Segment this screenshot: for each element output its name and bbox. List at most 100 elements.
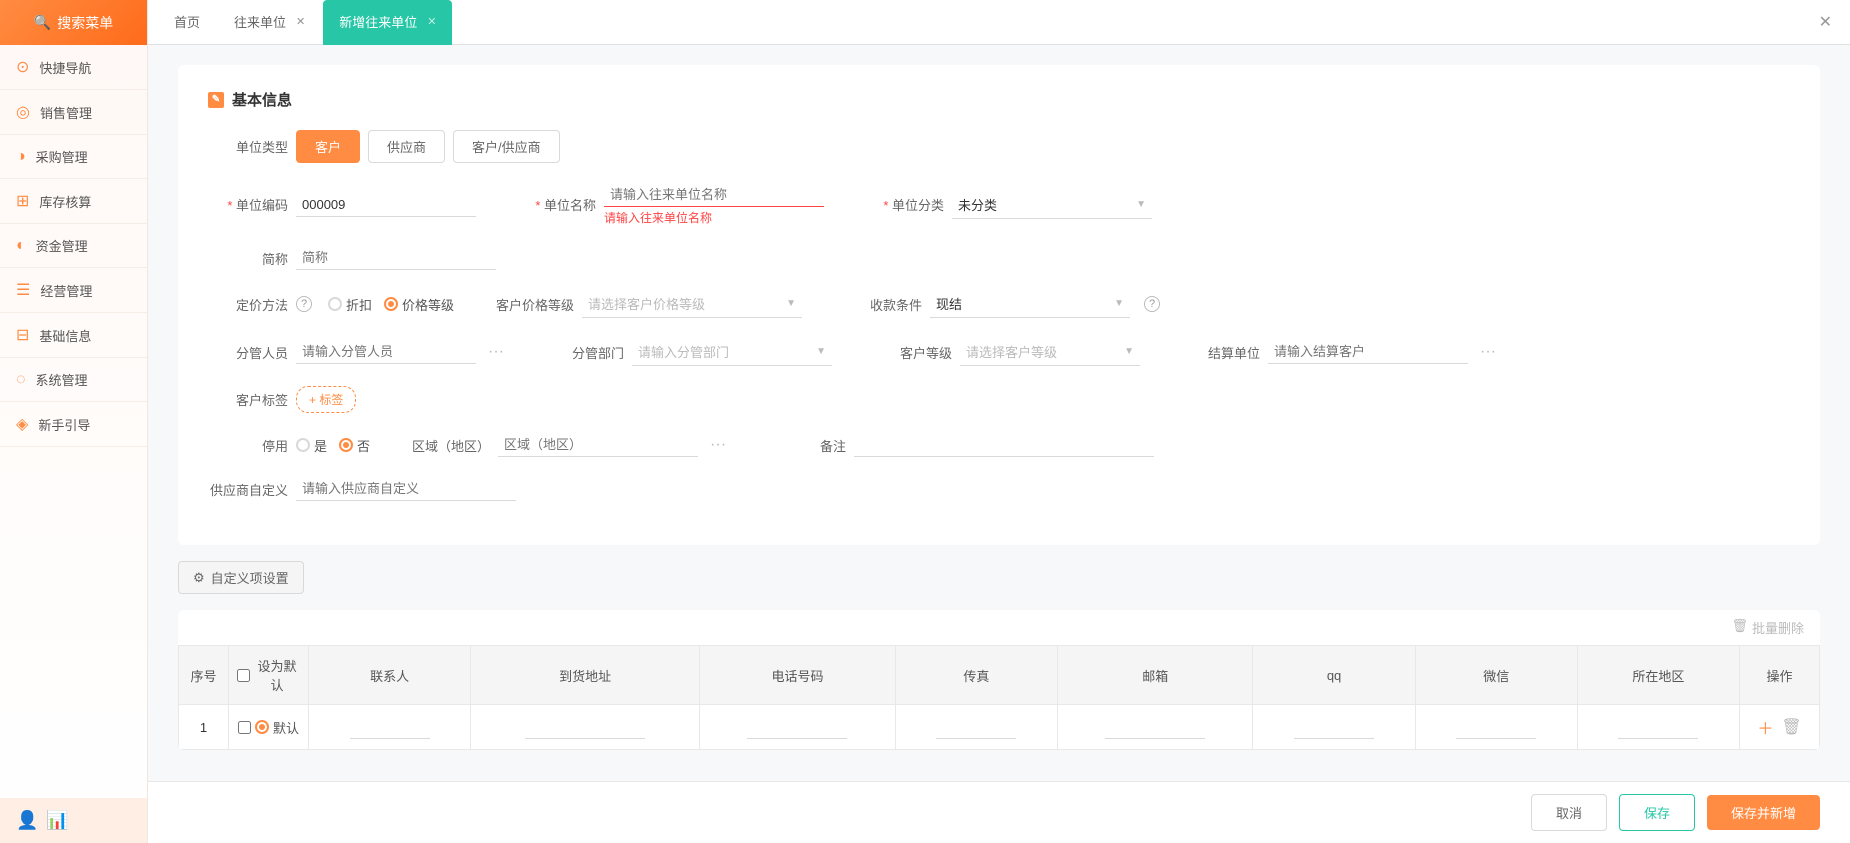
sidebar-item-guide[interactable]: ◈ 新手引导 [0,402,147,447]
pricing-discount-radio[interactable]: 折扣 [328,295,372,314]
address-input[interactable] [525,715,645,739]
disabled-yes-radio[interactable]: 是 [296,436,327,455]
disabled-group: 停用 是 否 [208,436,370,455]
default-radio[interactable]: 默认 [255,718,299,737]
phone-input[interactable] [747,715,847,739]
customer-price-level-select[interactable]: 请选择客户价格等级 ▼ [582,290,802,318]
delete-row-btn[interactable]: 🗑 [1781,717,1801,737]
pricing-level-radio[interactable]: 价格等级 [384,295,454,314]
select-all-checkbox[interactable] [237,669,250,682]
unit-category-select[interactable]: 未分类 ▼ [952,191,1152,219]
tab-unit-new-close[interactable]: ✕ [427,15,436,28]
short-name-input[interactable] [296,246,496,270]
customer-level-select[interactable]: 请选择客户等级 ▼ [960,338,1140,366]
sidebar-item-sales[interactable]: ◎ 销售管理 [0,90,147,135]
unit-code-input[interactable] [296,193,476,217]
payment-help-icon[interactable]: ? [1144,296,1160,312]
row-region-input[interactable] [1618,715,1698,739]
add-tag-label: + 标签 [309,391,343,408]
disabled-yes-circle [296,438,310,452]
tab-unit-list-close[interactable]: ✕ [296,15,305,28]
contact-table-container: 🗑 批量删除 序号 设为默认 联系人 到货地址 [178,610,1820,750]
row-action-btns: ＋ 🗑 [1748,715,1811,739]
unit-name-input[interactable] [604,183,824,207]
section-header: ✎ 基本信息 [208,89,1790,110]
sidebar-item-label: 采购管理 [36,147,88,166]
code-name-category-row: 单位编码 单位名称 请输入往来单位名称 单位分类 未分类 ▼ [208,183,1790,226]
sidebar: 🔍 搜索菜单 ⊙ 快捷导航 ◎ 销售管理 ◑ 采购管理 ⊞ 库存核算 ◐ 资金管… [0,0,148,843]
add-row-btn[interactable]: ＋ [1757,715,1773,739]
search-menu-btn[interactable]: 🔍 搜索菜单 [0,0,147,45]
disabled-no-radio[interactable]: 否 [339,436,370,455]
type-btn-supplier[interactable]: 供应商 [368,130,445,163]
sidebar-item-system[interactable]: ◌ 系统管理 [0,358,147,402]
dept-select[interactable]: 请输入分管部门 ▼ [632,338,832,366]
tab-unit-new[interactable]: 新增往来单位 ✕ [323,0,452,45]
payment-terms-select[interactable]: 现结 ▼ [930,290,1130,318]
sidebar-item-purchase[interactable]: ◑ 采购管理 [0,135,147,179]
cancel-button[interactable]: 取消 [1531,794,1607,831]
row-phone [700,705,896,750]
manager-group: 分管人员 ··· [208,340,504,364]
payment-terms-label: 收款条件 [842,295,922,314]
discount-radio-label: 折扣 [346,295,372,314]
unit-category-group: 单位分类 未分类 ▼ [864,191,1152,219]
customer-level-group: 客户等级 请选择客户等级 ▼ [872,338,1140,366]
customer-tag-row: 客户标签 + 标签 [208,386,1790,413]
category-dropdown-icon: ▼ [1136,199,1146,210]
settlement-group: 结算单位 ··· [1180,340,1496,364]
sidebar-item-label: 资金管理 [36,236,88,255]
type-btn-both[interactable]: 客户/供应商 [453,130,560,163]
sidebar-item-basic[interactable]: ⊟ 基础信息 [0,313,147,358]
row-checkbox[interactable] [238,721,251,734]
pricing-method-group: 定价方法 ? 折扣 价格等级 [208,295,454,314]
sidebar-item-operation[interactable]: ☰ 经营管理 [0,268,147,313]
contact-input[interactable] [350,715,430,739]
batch-delete-label[interactable]: 批量删除 [1752,618,1804,637]
manager-input[interactable] [296,340,476,364]
col-action: 操作 [1740,646,1820,705]
disabled-yes-label: 是 [314,436,327,455]
remark-group: 备注 [766,433,1154,457]
price-level-dropdown-icon: ▼ [786,298,796,309]
short-name-label: 简称 [208,249,288,268]
tab-bar: 首页 往来单位 ✕ 新增往来单位 ✕ ✕ [148,0,1850,45]
fax-input[interactable] [936,715,1016,739]
wechat-input[interactable] [1456,715,1536,739]
col-email: 邮箱 [1057,646,1253,705]
col-index: 序号 [179,646,229,705]
type-btn-customer[interactable]: 客户 [296,130,360,163]
sidebar-item-inventory[interactable]: ⊞ 库存核算 [0,179,147,224]
customer-level-label: 客户等级 [872,343,952,362]
unit-type-label: 单位类型 [208,137,288,156]
unit-type-buttons: 客户 供应商 客户/供应商 [296,130,560,163]
supplier-custom-input[interactable] [296,477,516,501]
email-input[interactable] [1105,715,1205,739]
settlement-more-btn[interactable]: ··· [1480,343,1496,361]
col-qq: qq [1253,646,1415,705]
pricing-radio-group: 折扣 价格等级 [328,295,454,314]
remark-input[interactable] [854,433,1154,457]
sidebar-item-quick-nav[interactable]: ⊙ 快捷导航 [0,45,147,90]
section-title: 基本信息 [232,89,292,110]
qq-input[interactable] [1294,715,1374,739]
tab-home-label: 首页 [174,12,200,31]
manager-label: 分管人员 [208,343,288,362]
tab-home[interactable]: 首页 [158,0,216,45]
window-close-btn[interactable]: ✕ [1811,8,1840,36]
pricing-help-icon[interactable]: ? [296,296,312,312]
settings-footer-icon: 📊 [46,810,68,831]
tab-unit-list[interactable]: 往来单位 ✕ [218,0,321,45]
content-area: ✎ 基本信息 单位类型 客户 供应商 客户/供应商 单位编码 [148,45,1850,781]
region-input[interactable] [498,433,698,457]
save-new-button[interactable]: 保存并新增 [1707,795,1820,830]
manager-more-btn[interactable]: ··· [488,343,504,361]
save-button[interactable]: 保存 [1619,794,1695,831]
inventory-icon: ⊞ [16,191,29,211]
region-more-btn[interactable]: ··· [710,436,726,454]
sidebar-item-finance[interactable]: ◐ 资金管理 [0,224,147,268]
add-tag-btn[interactable]: + 标签 [296,386,356,413]
settlement-input[interactable] [1268,340,1468,364]
custom-settings-btn[interactable]: ⚙ 自定义项设置 [178,561,304,594]
supplier-custom-group: 供应商自定义 [208,477,516,501]
